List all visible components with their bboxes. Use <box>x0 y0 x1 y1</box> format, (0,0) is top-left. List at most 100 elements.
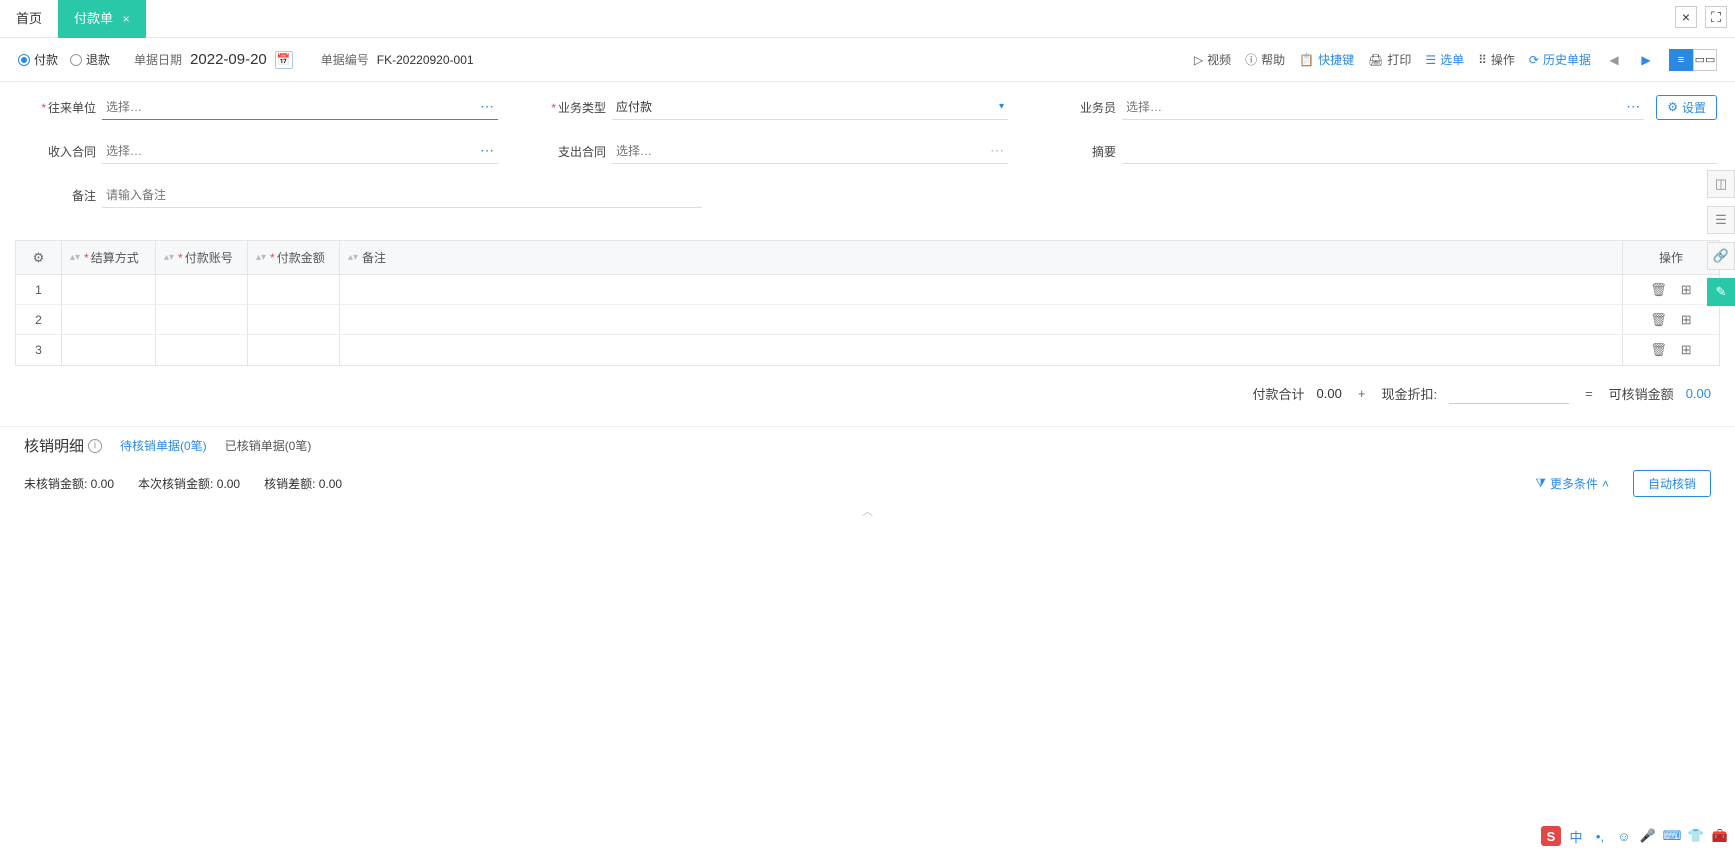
prev-arrow-icon[interactable]: ◀ <box>1605 51 1623 69</box>
add-row-icon[interactable]: ⊞ <box>1681 312 1692 328</box>
rail-btn-edit-icon[interactable]: ✎ <box>1707 278 1735 306</box>
payment-table: ⚙ ▴▾*结算方式 ▴▾*付款账号 ▴▾*付款金额 ▴▾备注 操作 1 🗑⊞ 2… <box>15 240 1720 366</box>
row-index: 2 <box>16 305 62 334</box>
tab-home[interactable]: 首页 <box>0 0 58 38</box>
table-row[interactable]: 1 🗑 ⊞ <box>16 275 1719 305</box>
col-settle[interactable]: ▴▾*结算方式 <box>62 241 156 274</box>
ime-mic-icon[interactable]: 🎤 <box>1639 827 1657 845</box>
income-input[interactable]: ⋯ <box>102 138 498 164</box>
more-icon[interactable]: ⋯ <box>480 142 494 159</box>
radio-refund[interactable]: 退款 <box>70 51 110 68</box>
sogou-ime-icon[interactable]: S <box>1541 826 1561 846</box>
col-amount[interactable]: ▴▾*付款金额 <box>248 241 340 274</box>
tab-done[interactable]: 已核销单据(0笔) <box>225 437 312 454</box>
history-icon: ⟳ <box>1529 53 1539 67</box>
sort-icon: ▴▾ <box>164 255 174 260</box>
rail-btn-link-icon[interactable]: 🔗 <box>1707 242 1735 270</box>
operate-button[interactable]: ⠿操作 <box>1478 51 1515 68</box>
apps-icon: ⠿ <box>1478 53 1487 67</box>
summary-label: 摘要 <box>1038 143 1122 160</box>
tab-pending[interactable]: 待核销单据(0笔) <box>120 437 207 454</box>
select-button[interactable]: ☰选单 <box>1425 51 1464 68</box>
income-field[interactable] <box>106 144 480 158</box>
ime-punct-icon[interactable]: •, <box>1591 827 1609 845</box>
col-account[interactable]: ▴▾*付款账号 <box>156 241 248 274</box>
fullscreen-icon[interactable]: ⛶ <box>1705 6 1727 28</box>
unwrite-amount: 未核销金额: 0.00 <box>24 475 114 492</box>
unit-field[interactable] <box>106 100 480 114</box>
table-row[interactable]: 2 🗑 ⊞ <box>16 305 1719 335</box>
radio-payment-label: 付款 <box>34 51 58 68</box>
remark-input[interactable] <box>102 182 702 208</box>
ime-keyboard-icon[interactable]: ⌨ <box>1663 827 1681 845</box>
add-row-icon[interactable]: ⊞ <box>1681 342 1692 358</box>
trash-icon[interactable]: 🗑 <box>1650 342 1667 358</box>
avail-value: 0.00 <box>1686 386 1711 401</box>
staff-input[interactable]: ⋯ <box>1122 94 1644 120</box>
discount-input[interactable] <box>1449 382 1569 404</box>
remark-label: 备注 <box>18 187 102 204</box>
view-grid-button[interactable]: ▭▭ <box>1693 49 1717 71</box>
video-button[interactable]: ▷视频 <box>1194 51 1231 68</box>
radio-unchecked-icon <box>70 54 82 66</box>
more-icon[interactable]: ⋯ <box>480 98 494 115</box>
add-row-icon[interactable]: ⊞ <box>1681 282 1692 298</box>
row-index: 1 <box>16 275 62 304</box>
bill-date-label: 单据日期 <box>134 51 182 68</box>
sum-value: 0.00 <box>1317 386 1342 401</box>
sum-label: 付款合计 <box>1253 384 1305 403</box>
unit-label: *往来单位 <box>18 99 102 116</box>
print-button[interactable]: 🖨打印 <box>1368 51 1411 68</box>
bill-no-label: 单据编号 <box>321 51 369 68</box>
ime-taskbar: S 中 •, ☺ 🎤 ⌨ 👕 🧰 <box>1541 826 1729 846</box>
shortcut-button[interactable]: 📋快捷键 <box>1299 51 1354 68</box>
bill-date-value[interactable]: 2022-09-20 <box>190 51 267 68</box>
calendar-icon[interactable]: 📅 <box>275 51 293 69</box>
gear-icon[interactable]: ⚙ <box>33 250 45 266</box>
out-field[interactable] <box>616 144 990 158</box>
clipboard-icon: 📋 <box>1299 53 1314 67</box>
settings-button[interactable]: ⚙设置 <box>1656 95 1717 120</box>
ime-emoji-icon[interactable]: ☺ <box>1615 827 1633 845</box>
chevron-down-icon[interactable]: ▾ <box>999 101 1004 112</box>
staff-field[interactable] <box>1126 100 1626 114</box>
sort-icon: ▴▾ <box>256 255 266 260</box>
out-input[interactable]: ⋯ <box>612 138 1008 164</box>
gear-icon: ⚙ <box>1667 100 1678 114</box>
help-button[interactable]: ⓘ帮助 <box>1245 51 1285 68</box>
collapse-caret-icon[interactable]: ︿ <box>24 503 1711 519</box>
auto-writeoff-button[interactable]: 自动核销 <box>1633 470 1711 497</box>
col-remark[interactable]: ▴▾备注 <box>340 241 1623 274</box>
unit-input[interactable]: ⋯ <box>102 94 498 120</box>
window-close-icon[interactable]: × <box>1675 6 1697 28</box>
summary-field[interactable] <box>1126 144 1713 158</box>
rail-btn-2[interactable]: ☰ <box>1707 206 1735 234</box>
info-icon[interactable]: i <box>88 439 102 453</box>
avail-label: 可核销金额 <box>1609 384 1674 403</box>
plus-sign: + <box>1358 386 1366 401</box>
more-icon[interactable]: ⋯ <box>990 142 1004 159</box>
ime-skin-icon[interactable]: 👕 <box>1687 827 1705 845</box>
more-filter-button[interactable]: ⧩ 更多条件 ˄ <box>1535 475 1609 492</box>
detail-title: 核销明细 i <box>24 435 102 456</box>
summary-input[interactable] <box>1122 138 1717 164</box>
more-icon[interactable]: ⋯ <box>1626 98 1640 115</box>
ime-toolbox-icon[interactable]: 🧰 <box>1711 827 1729 845</box>
sort-icon: ▴▾ <box>70 255 80 260</box>
chevron-up-icon: ˄ <box>1602 477 1609 491</box>
rail-btn-1[interactable]: ◫ <box>1707 170 1735 198</box>
bill-no-value: FK-20220920-001 <box>377 53 474 67</box>
radio-payment[interactable]: 付款 <box>18 51 58 68</box>
trash-icon[interactable]: 🗑 <box>1650 282 1667 298</box>
next-arrow-icon[interactable]: ▶ <box>1637 51 1655 69</box>
close-icon[interactable]: × <box>123 12 130 26</box>
biz-select[interactable]: 应付款 ▾ <box>612 94 1008 120</box>
remark-field[interactable] <box>106 188 698 202</box>
ime-lang-icon[interactable]: 中 <box>1567 827 1585 845</box>
history-button[interactable]: ⟳历史单据 <box>1529 51 1591 68</box>
view-list-button[interactable]: ≡ <box>1669 49 1693 71</box>
staff-label: 业务员 <box>1038 99 1122 116</box>
trash-icon[interactable]: 🗑 <box>1650 312 1667 328</box>
table-row[interactable]: 3 🗑⊞ <box>16 335 1719 365</box>
tab-payment[interactable]: 付款单 × <box>58 0 146 38</box>
